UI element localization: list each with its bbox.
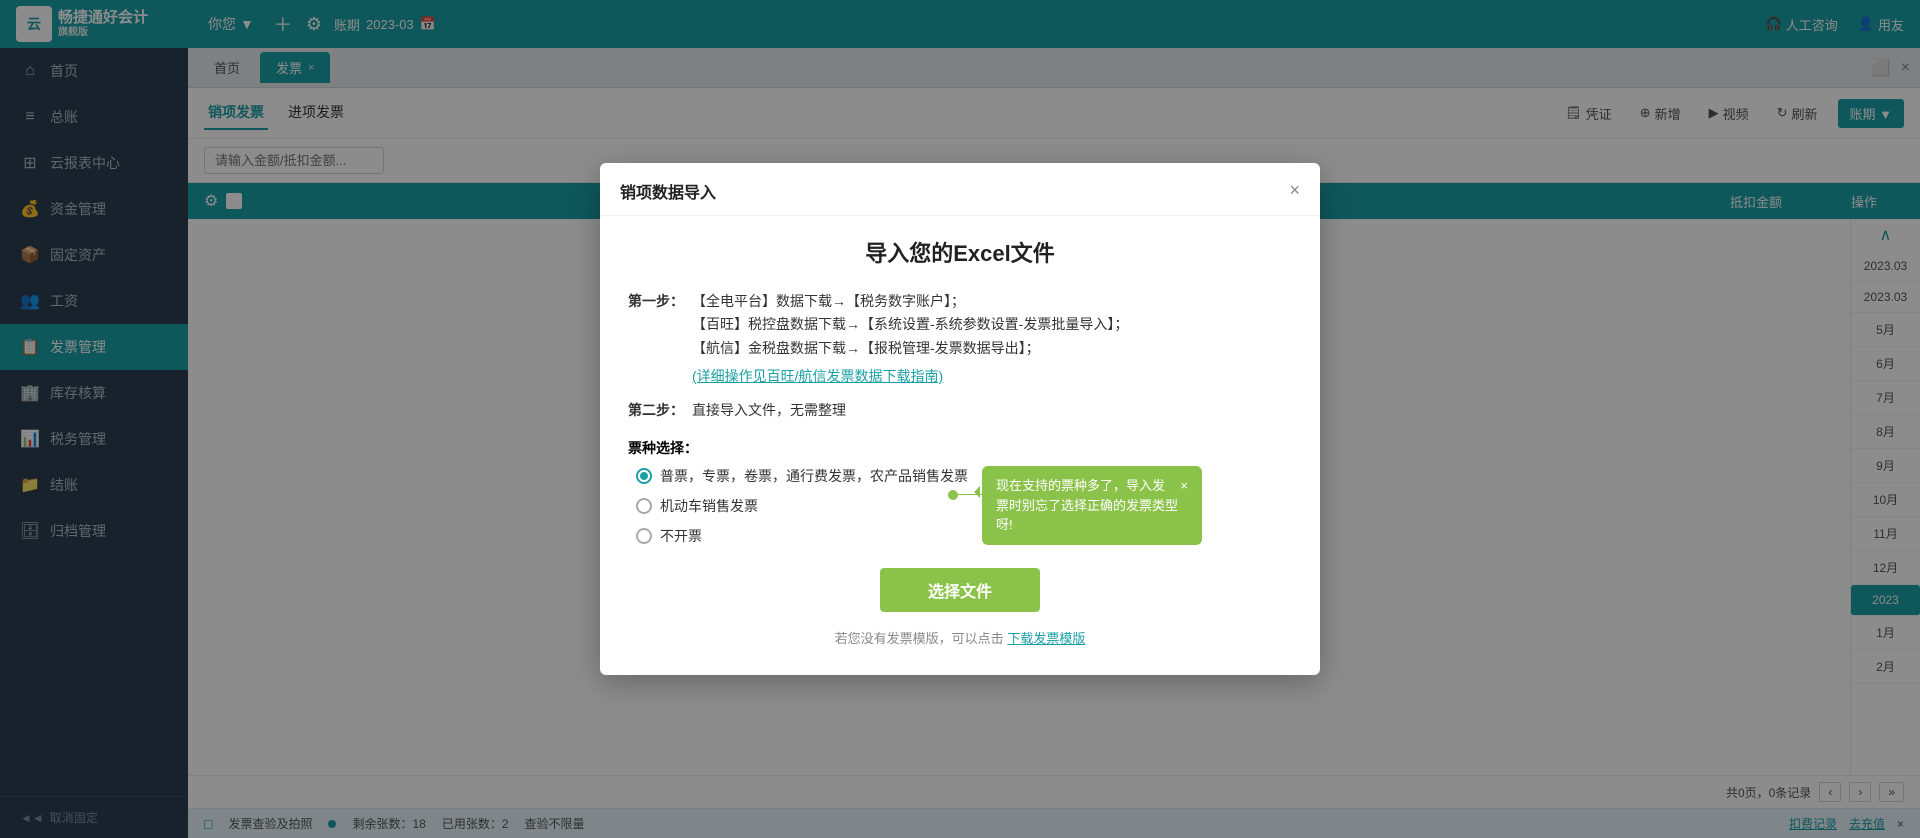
radio-noticket-label: 不开票 — [660, 526, 702, 546]
radio-group: 普票，专票，卷票，通行费发票，农产品销售发票 × 现在支持的票种多了，导入发票时… — [628, 466, 1292, 546]
import-title: 导入您的Excel文件 — [628, 236, 1292, 268]
radio-normal-circle[interactable] — [636, 468, 652, 484]
modal-header: 销项数据导入 × — [600, 163, 1320, 216]
modal-close-button[interactable]: × — [1289, 180, 1300, 201]
modal-title: 销项数据导入 — [620, 179, 716, 203]
radio-motor-label: 机动车销售发票 — [660, 496, 758, 516]
modal-overlay[interactable]: 销项数据导入 × 导入您的Excel文件 第一步： 【全电平台】数据下载→【税务… — [0, 0, 1920, 838]
tooltip-close-icon[interactable]: × — [1180, 476, 1188, 496]
tooltip-text: 现在支持的票种多了，导入发票时别忘了选择正确的发票类型呀! — [996, 478, 1178, 532]
select-file-button[interactable]: 选择文件 — [880, 568, 1040, 612]
step2-content: 直接导入文件，无需整理 — [692, 399, 1292, 423]
import-modal: 销项数据导入 × 导入您的Excel文件 第一步： 【全电平台】数据下载→【税务… — [600, 163, 1320, 676]
step1-line-2: 【航信】金税盘数据下载→【报税管理-发票数据导出】； — [692, 337, 1292, 361]
step2-label: 第二步： — [628, 399, 684, 423]
footer-text: 若您没有发票模版，可以点击 — [835, 631, 1004, 646]
step1-guide-link[interactable]: (详细操作见百旺/航信发票数据下载指南) — [692, 368, 943, 384]
radio-normal-dot — [640, 472, 648, 480]
radio-motor-circle[interactable] — [636, 498, 652, 514]
ticket-select-label: 票种选择： — [628, 440, 698, 456]
step1-row: 第一步： 【全电平台】数据下载→【税务数字账户】； 【百旺】税控盘数据下载→【系… — [628, 290, 1292, 389]
ticket-select-section: 票种选择： 普票，专票，卷票，通行费发票，农产品销售发票 — [628, 438, 1292, 546]
modal-body: 导入您的Excel文件 第一步： 【全电平台】数据下载→【税务数字账户】； 【百… — [600, 216, 1320, 676]
radio-noticket-circle[interactable] — [636, 528, 652, 544]
step1-content: 【全电平台】数据下载→【税务数字账户】； 【百旺】税控盘数据下载→【系统设置-系… — [692, 290, 1292, 389]
radio-option-normal[interactable]: 普票，专票，卷票，通行费发票，农产品销售发票 × 现在支持的票种多了，导入发票时… — [636, 466, 1292, 486]
radio-normal-label: 普票，专票，卷票，通行费发票，农产品销售发票 — [660, 466, 968, 486]
download-template-link[interactable]: 下载发票模版 — [1007, 631, 1085, 646]
step1-line-1: 【百旺】税控盘数据下载→【系统设置-系统参数设置-发票批量导入】； — [692, 313, 1292, 337]
step1-line-0: 【全电平台】数据下载→【税务数字账户】； — [692, 290, 1292, 314]
tooltip-bubble: × 现在支持的票种多了，导入发票时别忘了选择正确的发票类型呀! — [982, 466, 1202, 545]
step2-row: 第二步： 直接导入文件，无需整理 — [628, 399, 1292, 423]
modal-footer: 若您没有发票模版，可以点击 下载发票模版 — [628, 628, 1292, 647]
step1-label: 第一步： — [628, 290, 684, 389]
